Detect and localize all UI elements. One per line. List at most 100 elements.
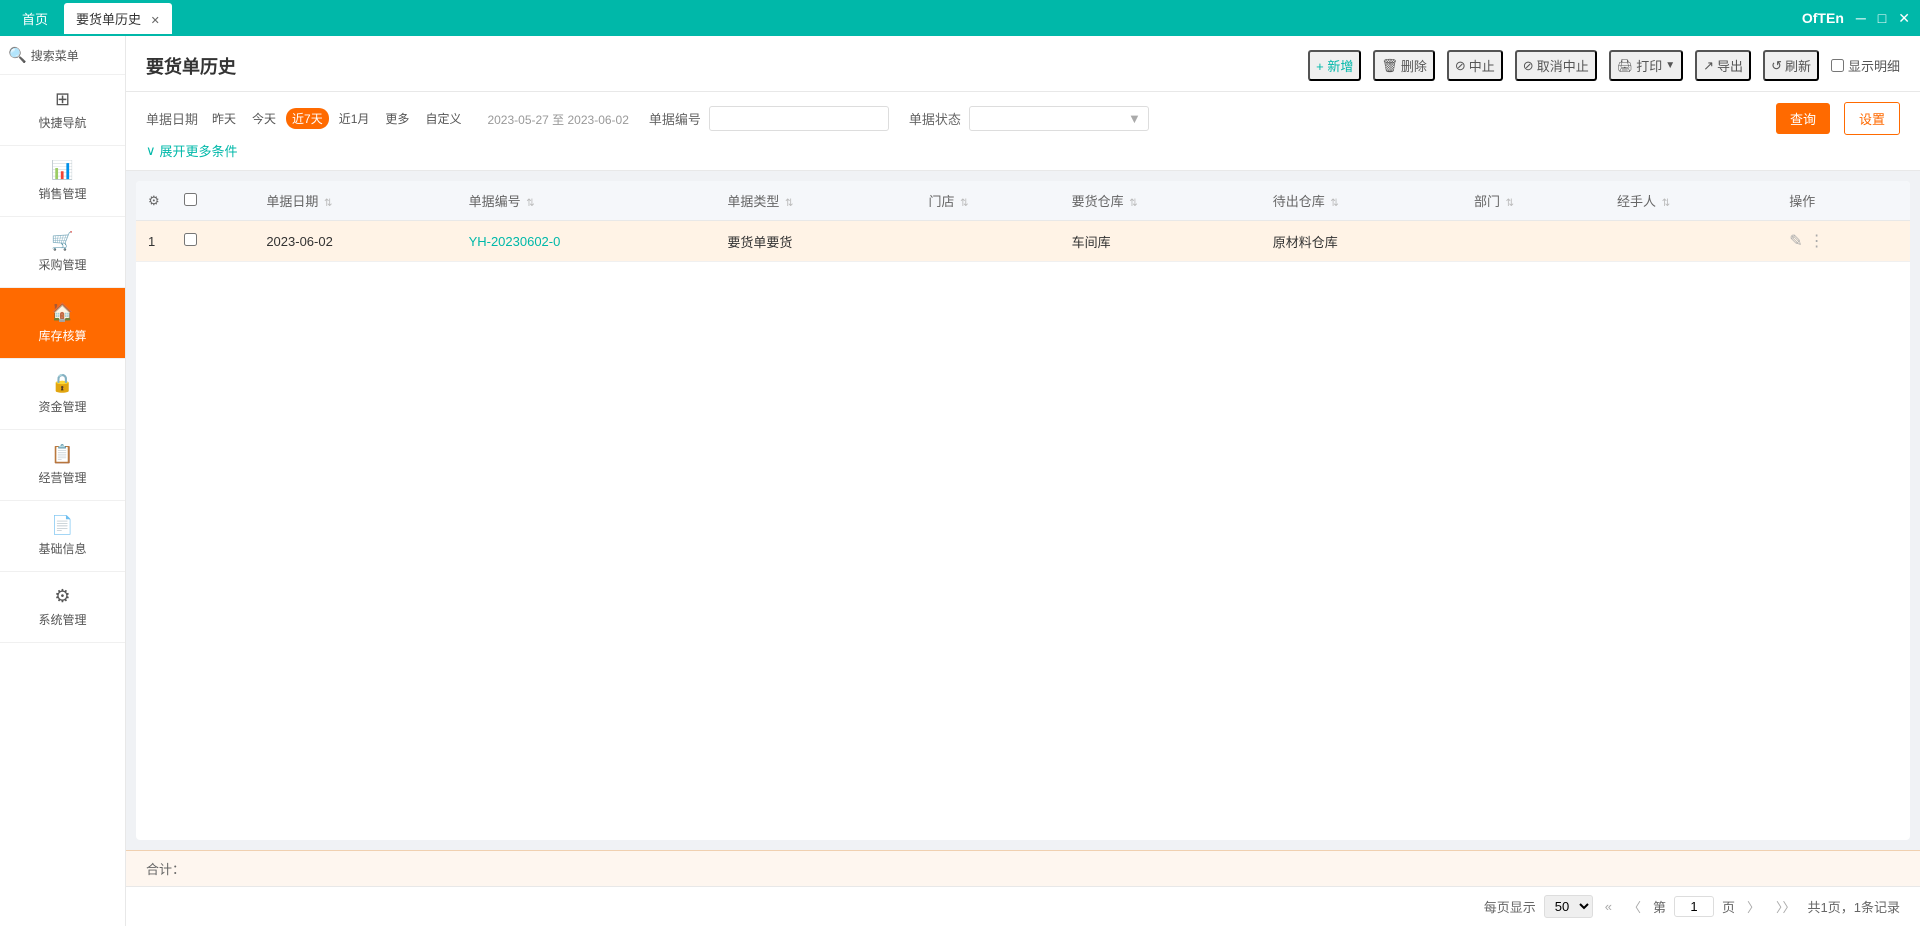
sidebar: 🔍 搜索菜单 ⊞ 快捷导航 📊 销售管理 🛒 采购管理 🏠 库存核算 🔒 资金管…	[0, 36, 126, 926]
sort-doctype-icon[interactable]: ⇅	[785, 198, 793, 209]
sidebar-item-inventory[interactable]: 🏠 库存核算	[0, 288, 125, 359]
col-pending-warehouse: 待出仓库 ⇅	[1261, 181, 1462, 221]
sort-pending-warehouse-icon[interactable]: ⇅	[1330, 198, 1338, 209]
brand-name: OfTEn	[1802, 10, 1844, 26]
print-button[interactable]: 🖨 打印 ▼	[1609, 50, 1683, 81]
date-btn-today[interactable]: 今天	[246, 108, 282, 129]
doc-status-select[interactable]	[969, 106, 1149, 131]
date-filter-label: 单据日期	[146, 109, 198, 128]
doc-number-label: 单据编号	[649, 109, 701, 128]
tab-home[interactable]: 首页	[10, 3, 60, 34]
refresh-button[interactable]: ↺ 刷新	[1763, 50, 1819, 81]
last-page-btn[interactable]: 〉〉	[1772, 895, 1800, 918]
clipboard-icon: 📋	[51, 444, 73, 465]
page-header: 要货单历史 + 新增 🗑 删除 ⊘ 中止 ⊘ 取消中止 🖨 打印	[126, 36, 1920, 92]
data-table: ⚙ 单据日期 ⇅ 单据编号 ⇅ 单据类型 ⇅	[136, 181, 1910, 262]
row-checkbox[interactable]	[184, 233, 197, 246]
pagination: 每页显示 50 « 〈 第 1 页 〉 〉〉 共1页，1条记录	[126, 886, 1920, 926]
sort-date-icon[interactable]: ⇅	[324, 198, 332, 209]
tab-order-history[interactable]: 要货单历史 ✕	[64, 3, 172, 34]
per-page-select[interactable]: 50	[1544, 895, 1593, 918]
filter-doc-number: 单据编号	[649, 106, 889, 131]
cell-handler	[1605, 221, 1777, 262]
export-button[interactable]: ↗ 导出	[1695, 50, 1751, 81]
tab-close-icon[interactable]: ✕	[151, 15, 160, 27]
window-close-icon[interactable]: ✕	[1898, 10, 1910, 27]
top-bar: 首页 要货单历史 ✕ OfTEn ─ □ ✕	[0, 0, 1920, 36]
query-button[interactable]: 查询	[1776, 103, 1830, 134]
print-dropdown-icon[interactable]: ▼	[1665, 60, 1675, 71]
suspend-button[interactable]: ⊘ 中止	[1447, 50, 1503, 81]
prev-page-btn[interactable]: 〈	[1624, 895, 1645, 918]
date-btn-more[interactable]: 更多	[379, 108, 415, 129]
doc-status-label: 单据状态	[909, 109, 961, 128]
maximize-icon[interactable]: □	[1878, 10, 1886, 26]
cell-store	[917, 221, 1060, 262]
layout: 🔍 搜索菜单 ⊞ 快捷导航 📊 销售管理 🛒 采购管理 🏠 库存核算 🔒 资金管…	[0, 36, 1920, 926]
sidebar-item-system[interactable]: ⚙ 系统管理	[0, 572, 125, 643]
cell-doc-type: 要货单要货	[715, 221, 916, 262]
col-action: 操作	[1777, 181, 1910, 221]
gear-icon: ⚙	[54, 586, 70, 607]
row-more-icon[interactable]: ⋮	[1809, 231, 1825, 251]
minimize-icon[interactable]: ─	[1856, 10, 1866, 26]
date-btn-yesterday[interactable]: 昨天	[206, 108, 242, 129]
doc-no-link[interactable]: YH-20230602-0	[469, 234, 561, 249]
cancel-suspend-button[interactable]: ⊘ 取消中止	[1515, 50, 1597, 81]
row-action-group: ✎ ⋮	[1789, 231, 1898, 251]
main-content: 要货单历史 + 新增 🗑 删除 ⊘ 中止 ⊘ 取消中止 🖨 打印	[126, 36, 1920, 926]
settings-button[interactable]: 设置	[1844, 102, 1900, 135]
page-title: 要货单历史	[146, 53, 236, 79]
sidebar-item-purchase[interactable]: 🛒 采购管理	[0, 217, 125, 288]
next-page-btn[interactable]: 〉	[1743, 895, 1764, 918]
col-doc-type: 单据类型 ⇅	[715, 181, 916, 221]
date-btn-7days[interactable]: 近7天	[286, 108, 329, 129]
sort-req-warehouse-icon[interactable]: ⇅	[1129, 198, 1137, 209]
col-date: 单据日期 ⇅	[254, 181, 456, 221]
table-area: ⚙ 单据日期 ⇅ 单据编号 ⇅ 单据类型 ⇅	[136, 181, 1910, 840]
lock-icon: 🔒	[51, 373, 73, 394]
add-button[interactable]: + 新增	[1308, 50, 1361, 81]
sort-store-icon[interactable]: ⇅	[960, 198, 968, 209]
sidebar-search[interactable]: 🔍 搜索菜单	[0, 36, 125, 75]
export-icon: ↗	[1703, 58, 1714, 74]
delete-icon: 🗑	[1381, 58, 1398, 74]
date-btn-1month[interactable]: 近1月	[333, 108, 376, 129]
top-bar-right: OfTEn ─ □ ✕	[1802, 10, 1910, 27]
page-end-label: 页	[1722, 897, 1735, 916]
cart-icon: 🛒	[51, 231, 73, 252]
sidebar-item-sales[interactable]: 📊 销售管理	[0, 146, 125, 217]
home-icon: 🏠	[51, 302, 73, 323]
delete-button[interactable]: 🗑 删除	[1373, 50, 1435, 81]
show-detail-toggle[interactable]: 显示明细	[1831, 56, 1900, 75]
filter-buttons: 查询 设置	[1776, 102, 1900, 135]
doc-number-input[interactable]	[709, 106, 889, 131]
sort-handler-icon[interactable]: ⇅	[1662, 198, 1670, 209]
sidebar-item-finance[interactable]: 🔒 资金管理	[0, 359, 125, 430]
sidebar-item-basic[interactable]: 📄 基础信息	[0, 501, 125, 572]
current-page-input[interactable]: 1	[1674, 896, 1714, 917]
cell-index: 1	[136, 221, 172, 262]
expand-conditions-btn[interactable]: ∨ 展开更多条件	[146, 141, 1900, 160]
sidebar-item-quick-nav[interactable]: ⊞ 快捷导航	[0, 75, 125, 146]
cell-action: ✎ ⋮	[1777, 221, 1910, 262]
row-edit-icon[interactable]: ✎	[1789, 231, 1802, 251]
table-body: 1 2023-06-02 YH-20230602-0 要货单要货 车间库 原材料…	[136, 221, 1910, 262]
first-page-btn[interactable]: «	[1601, 897, 1616, 916]
sidebar-item-operations[interactable]: 📋 经营管理	[0, 430, 125, 501]
print-icon: 🖨	[1617, 58, 1634, 74]
col-settings[interactable]: ⚙	[136, 181, 172, 221]
doc-status-select-wrap: ▼	[969, 106, 1149, 131]
date-btn-custom[interactable]: 自定义	[419, 108, 467, 129]
col-handler: 经手人 ⇅	[1605, 181, 1777, 221]
filter-doc-status: 单据状态 ▼	[909, 106, 1149, 131]
suspend-icon: ⊘	[1455, 58, 1466, 74]
cell-doc-no: YH-20230602-0	[457, 221, 716, 262]
filter-date: 单据日期 昨天 今天 近7天 近1月 更多 自定义	[146, 108, 467, 129]
sort-dept-icon[interactable]: ⇅	[1506, 198, 1514, 209]
sort-docno-icon[interactable]: ⇅	[526, 198, 534, 209]
col-checkbox	[172, 181, 255, 221]
show-detail-checkbox[interactable]	[1831, 59, 1844, 72]
select-all-checkbox[interactable]	[184, 193, 197, 206]
cell-req-warehouse: 车间库	[1060, 221, 1261, 262]
